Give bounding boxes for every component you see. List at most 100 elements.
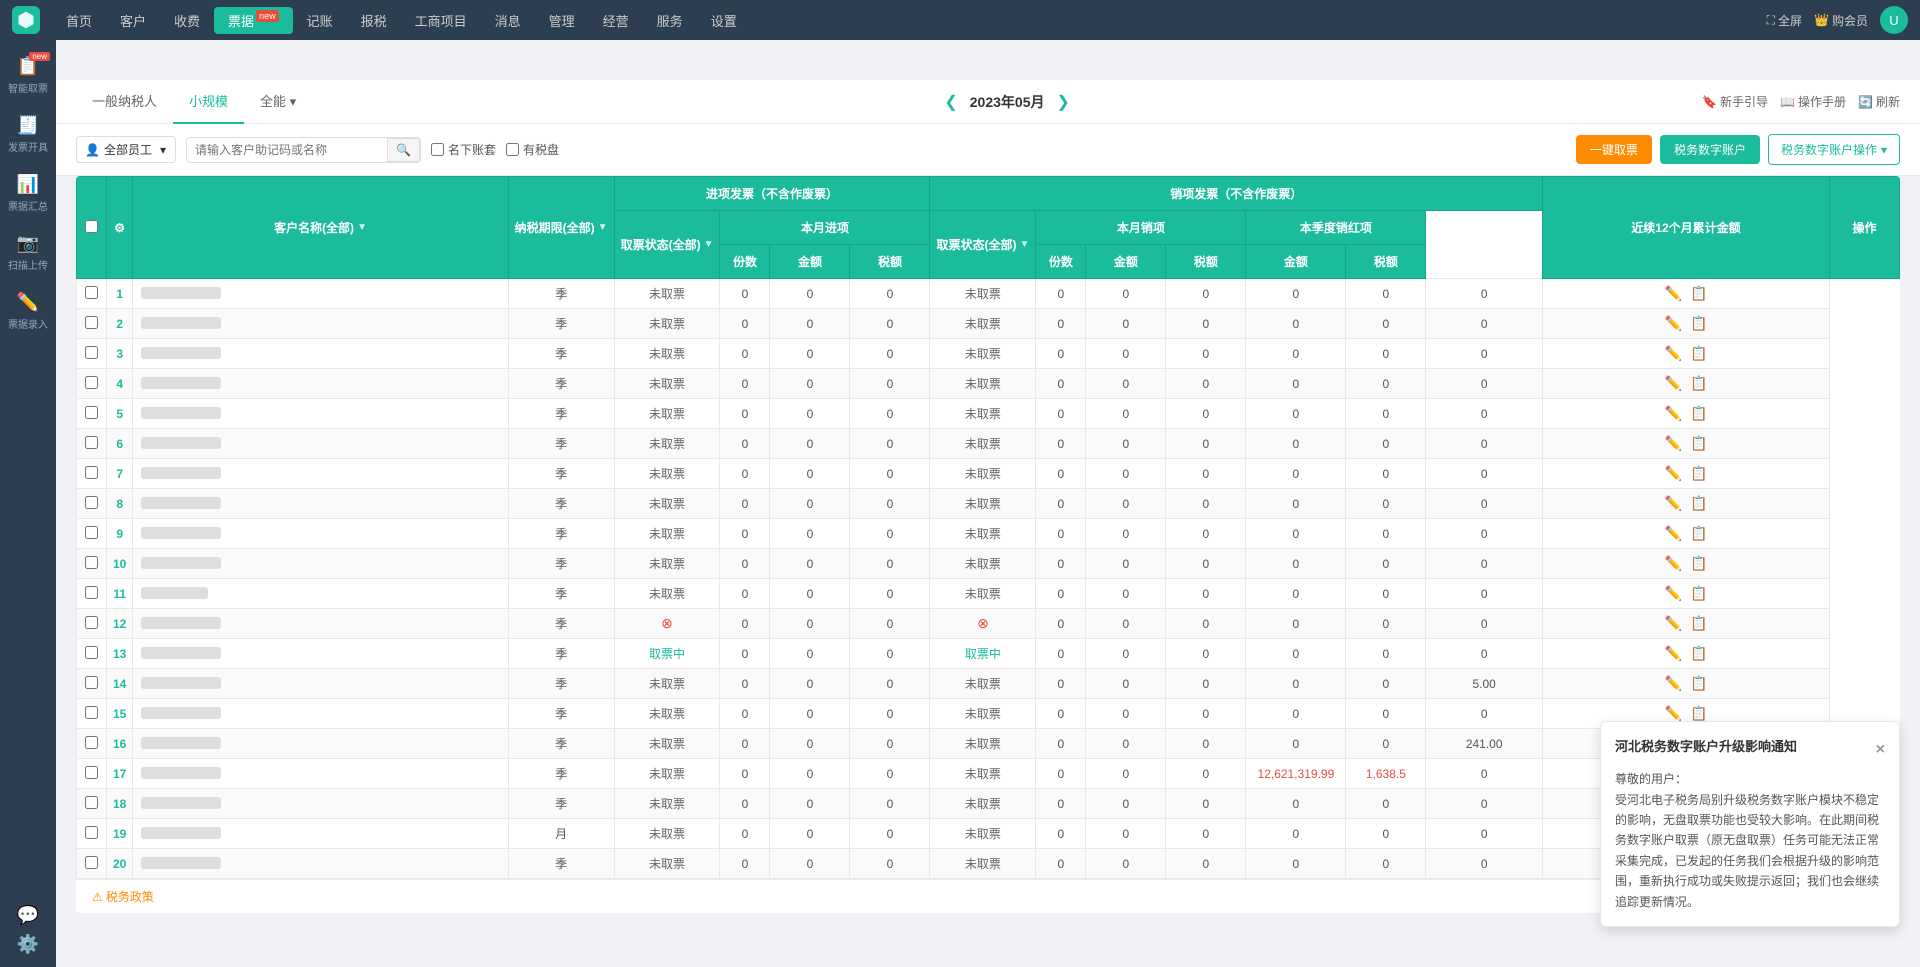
edit-icon-13[interactable]: ✏️ [1665,675,1682,692]
row-check-10[interactable] [85,586,98,599]
sidebar-settings-icon[interactable]: ⚙️ [17,934,39,955]
copy-icon-13[interactable]: 📋 [1690,675,1707,692]
nav-item-6[interactable]: 工商项目 [401,7,481,34]
edit-icon-5[interactable]: ✏️ [1665,435,1682,452]
sales-status-filter-icon[interactable]: ▼ [1019,239,1029,250]
row-check-16[interactable] [85,766,98,779]
copy-icon-12[interactable]: 📋 [1690,645,1707,662]
nav-item-7[interactable]: 消息 [481,7,535,34]
copy-icon-9[interactable]: 📋 [1690,555,1707,572]
sidebar-item-1[interactable]: 🧾发票开具 [2,107,54,162]
copy-icon-7[interactable]: 📋 [1690,495,1707,512]
customer-filter-icon[interactable]: ▼ [357,222,367,233]
nav-item-5[interactable]: 报税 [347,7,401,34]
taxdisk-filter[interactable]: 有税盘 [506,141,559,158]
digital-account-op-btn[interactable]: 税务数字账户操作 ▾ [1768,134,1900,165]
nav-item-11[interactable]: 设置 [697,7,751,34]
row-check-4[interactable] [85,406,98,419]
copy-icon-4[interactable]: 📋 [1690,405,1707,422]
row-check-17[interactable] [85,796,98,809]
tax-policy-link[interactable]: ⚠ 税务政策 [92,888,154,905]
edit-icon-7[interactable]: ✏️ [1665,495,1682,512]
copy-icon-8[interactable]: 📋 [1690,525,1707,542]
edit-icon-9[interactable]: ✏️ [1665,555,1682,572]
sidebar-help-icon[interactable]: 💬 [17,905,39,926]
row-check-14[interactable] [85,706,98,719]
sidebar-item-4[interactable]: ✏️票据录入 [2,284,54,339]
copy-icon-11[interactable]: 📋 [1690,615,1707,632]
prev-month-btn[interactable]: ❮ [944,92,957,112]
nav-item-9[interactable]: 经营 [589,7,643,34]
one-click-import-btn[interactable]: 一键取票 [1576,135,1652,164]
edit-icon-10[interactable]: ✏️ [1665,585,1682,602]
sidebar-item-2[interactable]: 📊票据汇总 [2,166,54,221]
vip-btn[interactable]: 👑 购会员 [1814,12,1868,29]
search-button[interactable]: 🔍 [387,138,420,162]
sub-nav-tab-0[interactable]: 一般纳税人 [76,79,173,124]
taxdisk-checkbox[interactable] [506,143,519,156]
copy-icon-5[interactable]: 📋 [1690,435,1707,452]
select-all-checkbox[interactable] [85,220,98,233]
copy-icon-10[interactable]: 📋 [1690,585,1707,602]
nav-item-2[interactable]: 收费 [160,7,214,34]
edit-icon-4[interactable]: ✏️ [1665,405,1682,422]
row-in-status-12: 取票中 [614,639,720,669]
row-check-15[interactable] [85,736,98,749]
row-check-12[interactable] [85,646,98,659]
copy-icon-3[interactable]: 📋 [1690,375,1707,392]
sub-nav-tab-1[interactable]: 小规模 [173,79,244,124]
edit-icon-12[interactable]: ✏️ [1665,645,1682,662]
copy-icon-6[interactable]: 📋 [1690,465,1707,482]
edit-icon-8[interactable]: ✏️ [1665,525,1682,542]
edit-icon-0[interactable]: ✏️ [1665,285,1682,302]
edit-icon-11[interactable]: ✏️ [1665,615,1682,632]
edit-icon-2[interactable]: ✏️ [1665,345,1682,362]
sidebar-item-3[interactable]: 📷扫描上传 [2,225,54,280]
edit-icon-3[interactable]: ✏️ [1665,375,1682,392]
notification-close-btn[interactable]: × [1876,736,1885,763]
nav-item-10[interactable]: 服务 [643,7,697,34]
accounts-checkbox[interactable] [431,143,444,156]
copy-icon-1[interactable]: 📋 [1690,315,1707,332]
copy-icon-0[interactable]: 📋 [1690,285,1707,302]
guide-btn[interactable]: 🔖 新手引导 [1702,93,1768,110]
refresh-btn[interactable]: 🔄 刷新 [1858,93,1900,110]
nav-item-4[interactable]: 记账 [293,7,347,34]
row-check-9[interactable] [85,556,98,569]
period-filter-icon[interactable]: ▼ [598,222,608,233]
row-check-1[interactable] [85,316,98,329]
row-check-6[interactable] [85,466,98,479]
nav-item-3[interactable]: 票据new [214,7,293,34]
row-check-18[interactable] [85,826,98,839]
next-month-btn[interactable]: ❯ [1056,92,1069,112]
manual-btn[interactable]: 📖 操作手册 [1780,93,1846,110]
income-status-filter-icon[interactable]: ▼ [704,239,714,250]
search-input[interactable] [187,138,387,162]
edit-icon-1[interactable]: ✏️ [1665,315,1682,332]
row-check-8[interactable] [85,526,98,539]
sub-nav-tab-2[interactable]: 全能 ▾ [244,79,312,124]
copy-icon-2[interactable]: 📋 [1690,345,1707,362]
nav-item-0[interactable]: 首页 [52,7,106,34]
nav-item-1[interactable]: 客户 [106,7,160,34]
row-check-19[interactable] [85,856,98,869]
sidebar-item-0[interactable]: 📋智能取票new [2,48,54,103]
employee-select[interactable]: 👤 全部员工 ▾ [76,136,176,163]
digital-account-btn[interactable]: 税务数字账户 [1660,135,1760,164]
row-check-13[interactable] [85,676,98,689]
getting-status: 取票中 [649,647,685,661]
row-check-11[interactable] [85,616,98,629]
copy-icon-14[interactable]: 📋 [1690,705,1707,722]
nav-item-8[interactable]: 管理 [535,7,589,34]
row-check-5[interactable] [85,436,98,449]
row-check-3[interactable] [85,376,98,389]
edit-icon-6[interactable]: ✏️ [1665,465,1682,482]
row-check-7[interactable] [85,496,98,509]
app-logo[interactable] [12,6,40,34]
fullscreen-btn[interactable]: ⛶ 全屏 [1767,12,1802,29]
accounts-filter[interactable]: 名下账套 [431,141,496,158]
row-check-0[interactable] [85,286,98,299]
user-avatar[interactable]: U [1880,6,1908,34]
row-check-2[interactable] [85,346,98,359]
edit-icon-14[interactable]: ✏️ [1665,705,1682,722]
